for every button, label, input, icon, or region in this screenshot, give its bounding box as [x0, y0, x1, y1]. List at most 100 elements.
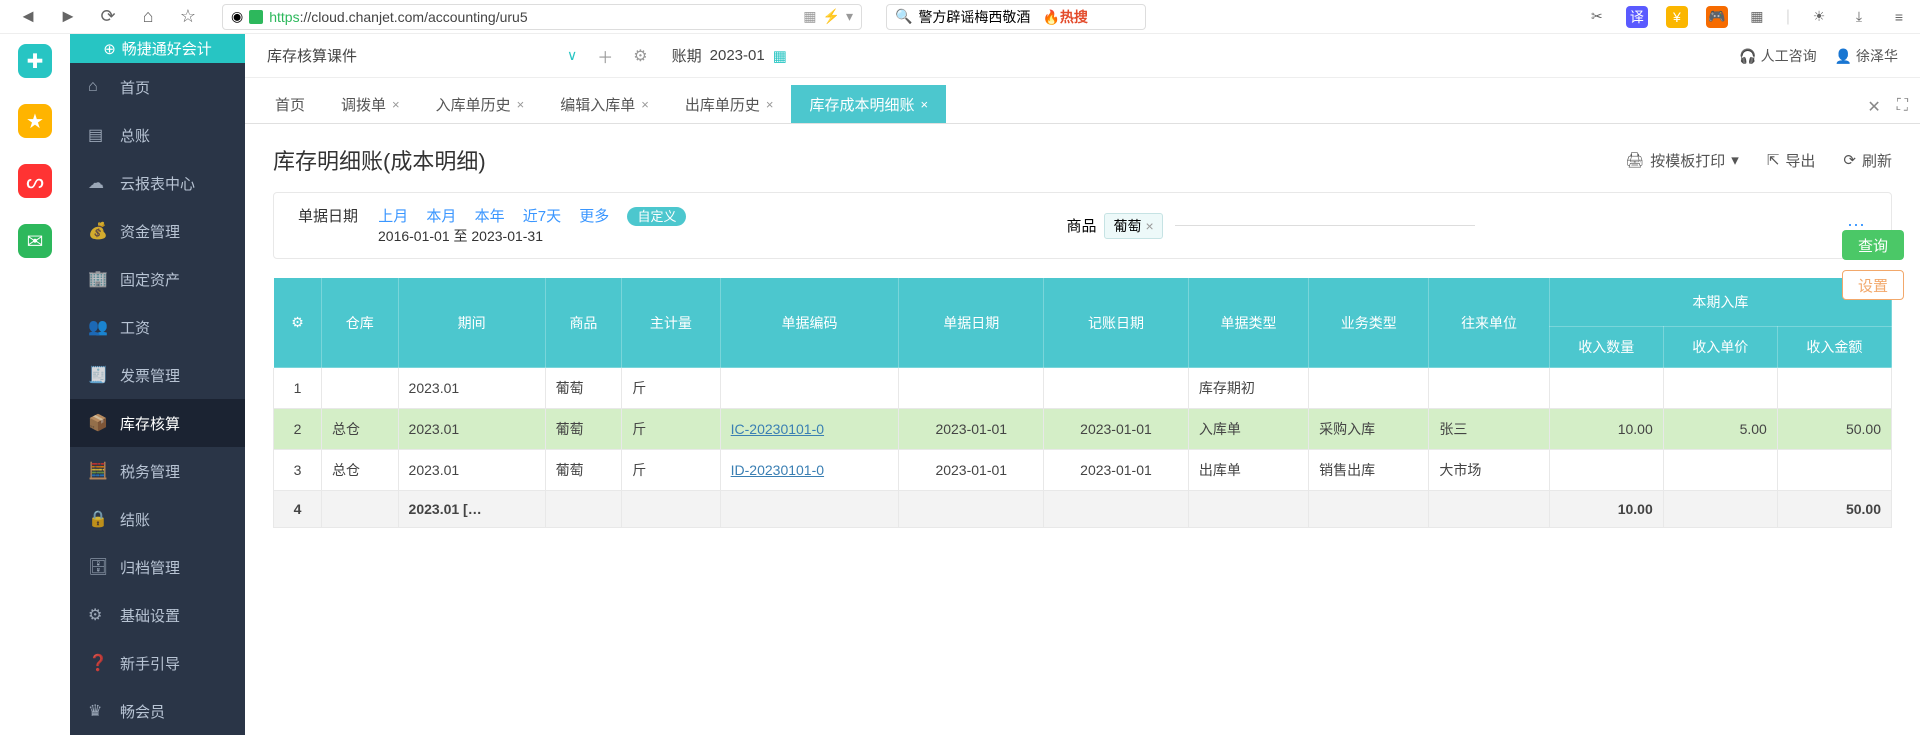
cell-product: 葡萄: [545, 368, 622, 409]
sidebar-item-12[interactable]: ❓新手引导: [70, 639, 245, 687]
sidebar-item-2[interactable]: ☁云报表中心: [70, 159, 245, 207]
cell-partner: 张三: [1429, 409, 1549, 450]
address-bar[interactable]: ◉ https://cloud.chanjet.com/accounting/u…: [222, 4, 862, 30]
opt-last-month[interactable]: 上月: [378, 208, 408, 225]
sidebar-item-13[interactable]: ♛畅会员: [70, 687, 245, 735]
app-logo[interactable]: ⊕ 畅捷通好会计: [70, 34, 245, 63]
cell-biz-type: 销售出库: [1309, 450, 1429, 491]
consult-link[interactable]: 🎧 人工咨询: [1739, 46, 1816, 66]
sidebar-item-1[interactable]: ▤总账: [70, 111, 245, 159]
forward-button[interactable]: ►: [50, 3, 86, 31]
table-row[interactable]: 3总仓2023.01葡萄斤ID-20230101-02023-01-012023…: [274, 450, 1892, 491]
sidebar-item-label: 归档管理: [120, 557, 180, 578]
bookmark-button[interactable]: ☆: [170, 3, 206, 31]
user-menu[interactable]: 👤 徐泽华: [1835, 46, 1898, 66]
browser-search[interactable]: 🔍 警方辟谣梅西敬酒 🔥热搜: [886, 4, 1146, 30]
tab-close-icon[interactable]: ×: [641, 97, 649, 112]
tab-close-icon[interactable]: ×: [517, 97, 525, 112]
sidebar-item-5[interactable]: 👥工资: [70, 303, 245, 351]
sidebar-item-8[interactable]: 🧮税务管理: [70, 447, 245, 495]
sun-icon[interactable]: ☀: [1808, 6, 1830, 28]
coin-icon[interactable]: ¥: [1666, 6, 1688, 28]
table-row[interactable]: 2总仓2023.01葡萄斤IC-20230101-02023-01-012023…: [274, 409, 1892, 450]
calendar-icon[interactable]: ▦: [773, 47, 787, 65]
tab-label: 调拨单: [341, 94, 386, 115]
tab-0[interactable]: 首页: [257, 85, 323, 123]
doc-link[interactable]: ID-20230101-0: [731, 462, 824, 478]
sidebar-item-9[interactable]: 🔒结账: [70, 495, 245, 543]
sidebar-item-label: 税务管理: [120, 461, 180, 482]
translate-icon[interactable]: 译: [1626, 6, 1648, 28]
sidebar-item-icon: ⚙: [88, 605, 106, 625]
date-range[interactable]: 2016-01-01 至 2023-01-31: [378, 226, 686, 246]
tab-2[interactable]: 入库单历史 ×: [418, 85, 543, 123]
table-row[interactable]: 42023.01 […10.0050.00: [274, 491, 1892, 528]
favorites-icon[interactable]: ★: [18, 104, 52, 138]
query-button[interactable]: 查询: [1842, 230, 1904, 260]
sidebar-item-0[interactable]: ⌂首页: [70, 63, 245, 111]
tab-close-icon[interactable]: ×: [392, 97, 400, 112]
sidebar-item-10[interactable]: 🗄 归档管理: [70, 543, 245, 591]
sidebar-item-icon: 🗄: [88, 557, 106, 577]
close-all-icon[interactable]: ✕: [1867, 97, 1880, 117]
mail-icon[interactable]: ✉: [18, 224, 52, 258]
opt-more[interactable]: 更多: [579, 208, 609, 225]
cell-unit: 斤: [622, 368, 720, 409]
gear-icon[interactable]: ⚙: [633, 46, 647, 66]
settings-button[interactable]: 设置: [1842, 270, 1904, 300]
tab-label: 库存成本明细账: [809, 94, 914, 115]
sidebar-item-11[interactable]: ⚙基础设置: [70, 591, 245, 639]
tab-close-icon[interactable]: ×: [920, 97, 928, 112]
tab-4[interactable]: 出库单历史×: [667, 85, 792, 123]
download-icon[interactable]: ⤓: [1848, 6, 1870, 28]
back-button[interactable]: ◄: [10, 3, 46, 31]
qr-icon[interactable]: ▦: [803, 8, 816, 25]
table-row[interactable]: 12023.01葡萄斤库存期初: [274, 368, 1892, 409]
product-chip[interactable]: 葡萄×: [1104, 213, 1162, 239]
url-text: https://cloud.chanjet.com/accounting/uru…: [269, 9, 527, 25]
add-icon[interactable]: ＋: [597, 44, 613, 68]
chip-remove-icon[interactable]: ×: [1145, 218, 1153, 234]
tab-close-icon[interactable]: ×: [766, 97, 774, 112]
tab-3[interactable]: 编辑入库单×: [542, 85, 667, 123]
tab-1[interactable]: 调拨单 ×: [323, 85, 418, 123]
weibo-icon[interactable]: ᔕ: [18, 164, 52, 198]
reload-button[interactable]: ⟳: [90, 3, 126, 31]
tab-label: 入库单历史: [436, 94, 511, 115]
chevron-down-icon[interactable]: ▾: [846, 8, 853, 25]
col-biz-type: 业务类型: [1309, 278, 1429, 368]
menu-icon[interactable]: ≡: [1888, 6, 1910, 28]
refresh-action[interactable]: ⟳ 刷新: [1843, 150, 1892, 171]
sidebar-item-7[interactable]: 📦库存核算: [70, 399, 245, 447]
hot-badge: 🔥热搜: [1042, 7, 1087, 27]
opt-last7[interactable]: 近7天: [523, 208, 561, 225]
scissors-icon[interactable]: ✂: [1586, 6, 1608, 28]
doc-link[interactable]: IC-20230101-0: [731, 421, 824, 437]
cell-post-date: 2023-01-01: [1044, 409, 1189, 450]
export-action[interactable]: ⇱ 导出: [1767, 150, 1816, 171]
fullscreen-icon[interactable]: ⛶: [1897, 97, 1908, 117]
game-icon[interactable]: 🎮: [1706, 6, 1728, 28]
sidebar-item-6[interactable]: 🧾发票管理: [70, 351, 245, 399]
tabs-bar: 首页调拨单×入库单历史×编辑入库单×出库单历史×库存成本明细账× ✕ ⛶: [245, 78, 1920, 124]
print-action[interactable]: 🖨 按模板打印 ▾: [1625, 150, 1739, 171]
sidebar-item-3[interactable]: 💰资金管理: [70, 207, 245, 255]
cell-partner: 大市场: [1429, 450, 1549, 491]
bolt-icon[interactable]: ⚡: [823, 8, 840, 25]
period-value[interactable]: 2023-01: [710, 47, 765, 64]
app-switch-icon[interactable]: ✚: [18, 44, 52, 78]
org-chevron-icon[interactable]: ∨: [567, 47, 577, 64]
col-in-price: 收入单价: [1663, 327, 1777, 368]
table: ⚙ 仓库 期间 商品 主计量 单据编码 单据日期 记账日期 单据类型 业务类型 …: [273, 277, 1892, 528]
sidebar-item-4[interactable]: 🏢固定资产: [70, 255, 245, 303]
period-label: 账期: [672, 45, 702, 66]
opt-custom[interactable]: 自定义: [627, 207, 686, 226]
opt-this-year[interactable]: 本年: [475, 208, 505, 225]
sidebar-item-label: 库存核算: [120, 413, 180, 434]
home-button[interactable]: ⌂: [130, 3, 166, 31]
org-select[interactable]: 库存核算课件: [267, 45, 357, 66]
col-gear[interactable]: ⚙: [274, 278, 322, 368]
apps-icon[interactable]: ▦: [1746, 6, 1768, 28]
tab-5[interactable]: 库存成本明细账 ×: [791, 85, 946, 123]
opt-this-month[interactable]: 本月: [426, 208, 456, 225]
